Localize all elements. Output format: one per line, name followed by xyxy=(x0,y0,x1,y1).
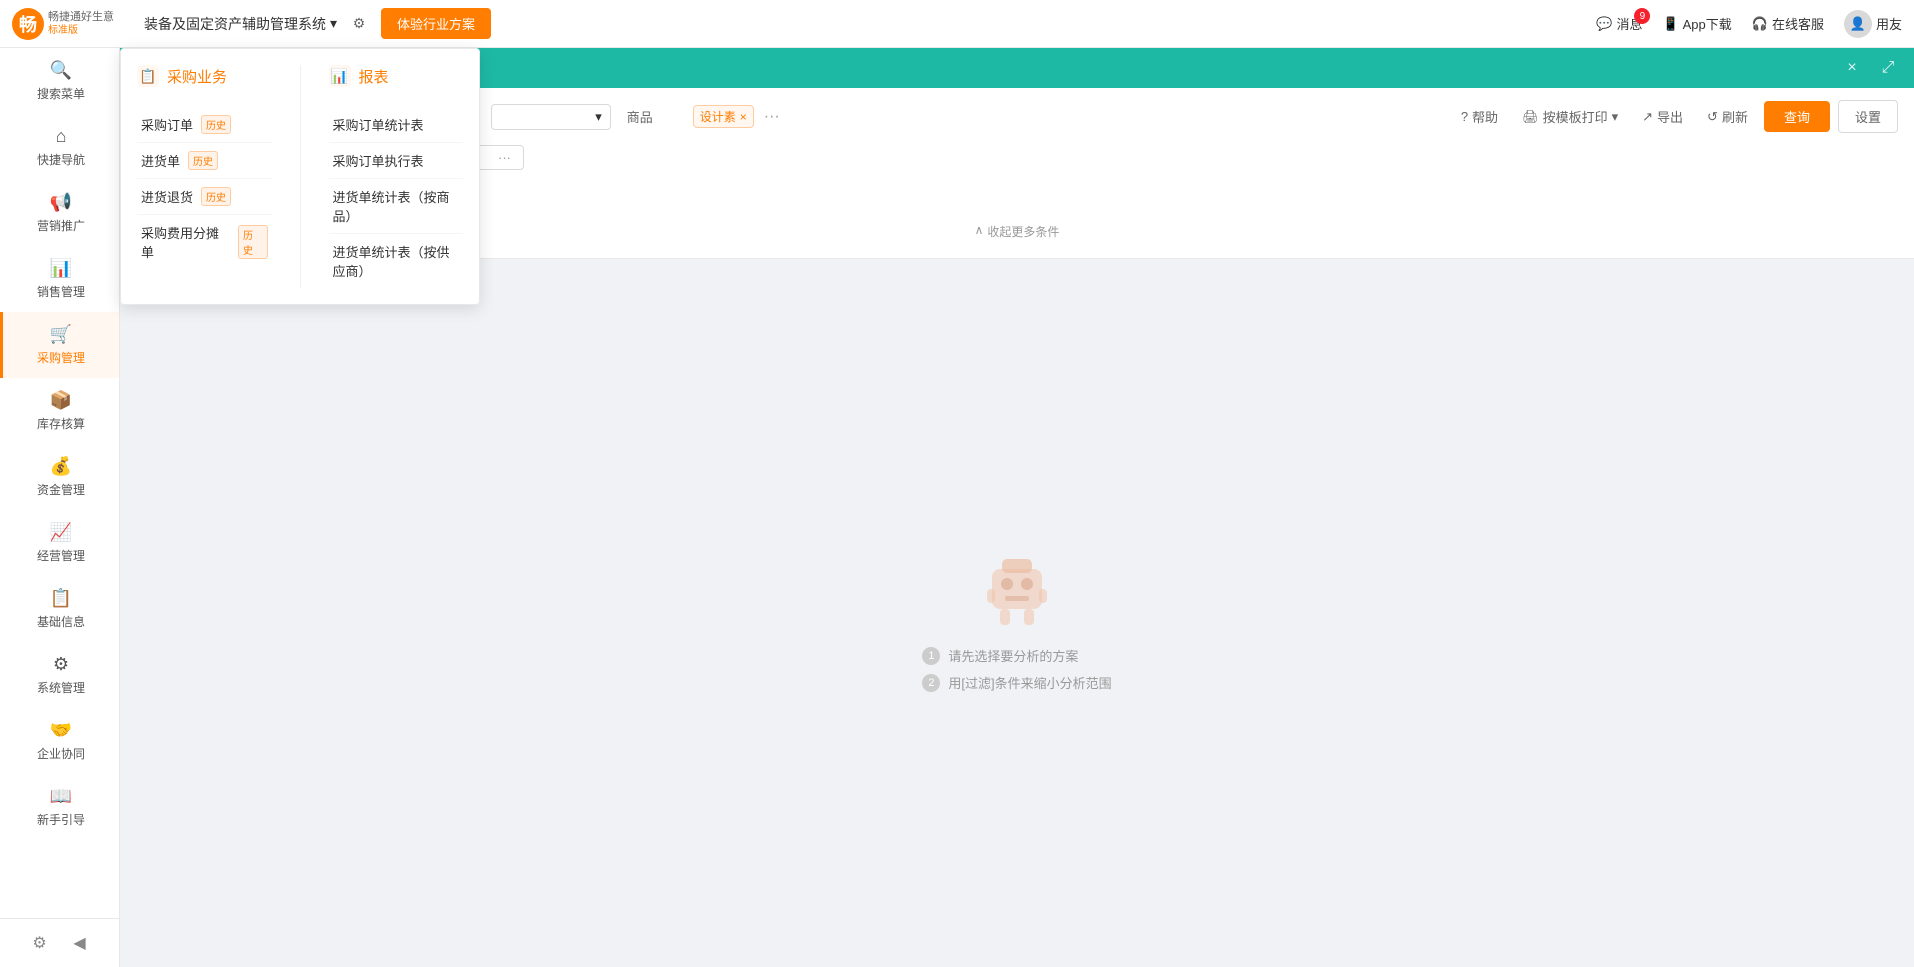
sidebar-bottom: ⚙ ◀ xyxy=(0,918,119,967)
report-col-icon: 📊 xyxy=(329,65,351,87)
tab-maximize-btn[interactable]: ⤢ xyxy=(1874,54,1902,82)
dropdown-divider xyxy=(300,65,301,288)
dropdown-item-purchase-order[interactable]: 采购订单 历史 xyxy=(137,107,272,143)
system-icon: ⚙ xyxy=(53,654,69,675)
print-btn[interactable]: 🖨 按模板打印 ▾ xyxy=(1514,103,1626,130)
top-right-area: 💬 消息 9 📱 App下载 🎧 在线客服 👤 用友 xyxy=(1596,10,1902,38)
message-badge: 9 xyxy=(1634,8,1650,24)
inventory-icon: 📦 xyxy=(50,390,72,411)
dropdown-item-purchase-stat[interactable]: 采购订单统计表 xyxy=(329,107,464,143)
purchase-icon: 🛒 xyxy=(50,324,72,345)
toolbar-right: ? 帮助 🖨 按模板打印 ▾ ↗ 导出 ↺ xyxy=(1453,100,1898,133)
sidebar-item-finance[interactable]: 💰 资金管理 xyxy=(0,444,119,510)
goods-tag-close[interactable]: × xyxy=(740,110,747,124)
settings-bottom-btn[interactable]: ⚙ xyxy=(22,927,58,959)
salesperson-dots[interactable]: ··· xyxy=(494,150,515,165)
col2-header: 📊 报表 xyxy=(329,65,464,95)
operations-icon: 📈 xyxy=(50,522,72,543)
headset-icon: 🎧 xyxy=(1752,16,1768,32)
sys-name-area: 装备及固定资产辅助管理系统 ▾ ⚙ 体验行业方案 xyxy=(132,8,1596,39)
user-menu-btn[interactable]: 👤 用友 xyxy=(1844,10,1902,38)
refresh-icon: ↺ xyxy=(1707,109,1718,125)
search-icon: 🔍 xyxy=(50,60,72,81)
dropdown-item-return[interactable]: 进货退货 历史 xyxy=(137,179,272,215)
tab-actions: × ⤢ xyxy=(1838,54,1914,82)
phone-icon: 📱 xyxy=(1662,16,1678,32)
empty-tips: 1 请先选择要分析的方案 2 用[过滤]条件来缩小分析范围 xyxy=(922,646,1111,692)
chevron-down-icon: ▾ xyxy=(595,109,602,125)
guide-icon: 📖 xyxy=(50,786,72,807)
message-btn[interactable]: 💬 消息 9 xyxy=(1596,14,1642,33)
dropdown-item-inbound-goods[interactable]: 进货单统计表（按商品） xyxy=(329,179,464,234)
logo-text: 畅捷通好生意 标准版 xyxy=(48,10,114,37)
goods-filter-more[interactable]: ··· xyxy=(760,108,784,126)
home-icon: ⌂ xyxy=(56,126,67,147)
dropdown-col-report: 📊 报表 采购订单统计表 采购订单执行表 进货单统计表（按商品） 进货单统计表（… xyxy=(329,65,464,288)
dropdown-menu: 📋 采购业务 采购订单 历史 进货单 历史 进货退货 历史 采购费用分摊单 xyxy=(120,48,480,305)
sidebar-item-sales[interactable]: 📊 销售管理 xyxy=(0,246,119,312)
dropdown-item-purchase-exec[interactable]: 采购订单执行表 xyxy=(329,143,464,179)
export-btn[interactable]: ↗ 导出 xyxy=(1634,103,1691,130)
avatar: 👤 xyxy=(1844,10,1872,38)
sidebar-item-guide[interactable]: 📖 新手引导 xyxy=(0,774,119,840)
empty-state: 1 请先选择要分析的方案 2 用[过滤]条件来缩小分析范围 xyxy=(120,259,1914,967)
settings-button[interactable]: 设置 xyxy=(1838,100,1898,133)
collapse-sidebar-btn[interactable]: ◀ xyxy=(62,927,98,959)
print-icon: 🖨 xyxy=(1522,109,1539,125)
finance-icon: 💰 xyxy=(50,456,72,477)
goods-tag: 设计素 × xyxy=(693,105,754,128)
sidebar-item-nav[interactable]: ⌂ 快捷导航 xyxy=(0,114,119,180)
logo-icon: 畅 xyxy=(12,8,44,40)
collab-icon: 🤝 xyxy=(50,720,72,741)
marketing-icon: 📢 xyxy=(50,192,72,213)
help-icon: ? xyxy=(1461,109,1468,124)
sidebar-item-inventory[interactable]: 📦 库存核算 xyxy=(0,378,119,444)
help-btn[interactable]: ? 帮助 xyxy=(1453,103,1506,130)
sidebar-item-system[interactable]: ⚙ 系统管理 xyxy=(0,642,119,708)
chevron-down-icon: ▾ xyxy=(330,15,337,32)
sidebar-item-search[interactable]: 🔍 搜索菜单 xyxy=(0,48,119,114)
refresh-btn[interactable]: ↺ 刷新 xyxy=(1699,103,1756,130)
basic-icon: 📋 xyxy=(50,588,72,609)
export-icon: ↗ xyxy=(1642,109,1653,125)
top-bar: 畅 畅捷通好生意 标准版 装备及固定资产辅助管理系统 ▾ ⚙ 体验行业方案 💬 … xyxy=(0,0,1914,48)
print-chevron-icon: ▾ xyxy=(1612,109,1619,125)
sidebar-item-basic[interactable]: 📋 基础信息 xyxy=(0,576,119,642)
empty-illustration xyxy=(967,534,1067,634)
order-status-select[interactable]: ▾ xyxy=(491,104,611,130)
dropdown-item-inbound[interactable]: 进货单 历史 xyxy=(137,143,272,179)
sales-icon: 📊 xyxy=(50,258,72,279)
dropdown-col-purchase: 📋 采购业务 采购订单 历史 进货单 历史 进货退货 历史 采购费用分摊单 xyxy=(137,65,272,288)
gear-button[interactable]: ⚙ xyxy=(345,10,373,38)
sidebar: 🔍 搜索菜单 ⌂ 快捷导航 📢 营销推广 📊 销售管理 🛒 采购管理 📦 库存核… xyxy=(0,48,120,967)
empty-tip-2: 2 用[过滤]条件来缩小分析范围 xyxy=(922,673,1111,692)
sidebar-item-collab[interactable]: 🤝 企业协同 xyxy=(0,708,119,774)
collapse-up-icon: ∧ xyxy=(975,223,984,240)
logo-area: 畅 畅捷通好生意 标准版 xyxy=(12,8,132,40)
dropdown-item-expense[interactable]: 采购费用分摊单 历史 xyxy=(137,215,272,269)
sys-dropdown[interactable]: 装备及固定资产辅助管理系统 ▾ xyxy=(144,14,337,34)
goods-filter: 商品 设计素 × ··· xyxy=(627,105,784,128)
empty-tip-1: 1 请先选择要分析的方案 xyxy=(922,646,1111,665)
industry-btn[interactable]: 体验行业方案 xyxy=(381,8,491,39)
message-icon: 💬 xyxy=(1596,16,1612,32)
col1-header: 📋 采购业务 xyxy=(137,65,272,95)
dropdown-cols: 📋 采购业务 采购订单 历史 进货单 历史 进货退货 历史 采购费用分摊单 xyxy=(137,65,463,288)
sidebar-item-marketing[interactable]: 📢 营销推广 xyxy=(0,180,119,246)
tab-close-window-btn[interactable]: × xyxy=(1838,54,1866,82)
sidebar-item-operations[interactable]: 📈 经营管理 xyxy=(0,510,119,576)
app-download-btn[interactable]: 📱 App下载 xyxy=(1662,14,1731,33)
sidebar-item-purchase[interactable]: 🛒 采购管理 xyxy=(0,312,119,378)
dropdown-item-inbound-supplier[interactable]: 进货单统计表（按供应商） xyxy=(329,234,464,288)
online-service-btn[interactable]: 🎧 在线客服 xyxy=(1752,14,1824,33)
purchase-col-icon: 📋 xyxy=(137,65,159,87)
search-button[interactable]: 查询 xyxy=(1764,101,1830,132)
dropdown-overlay: 📋 采购业务 采购订单 历史 进货单 历史 进货退货 历史 采购费用分摊单 xyxy=(120,48,480,305)
